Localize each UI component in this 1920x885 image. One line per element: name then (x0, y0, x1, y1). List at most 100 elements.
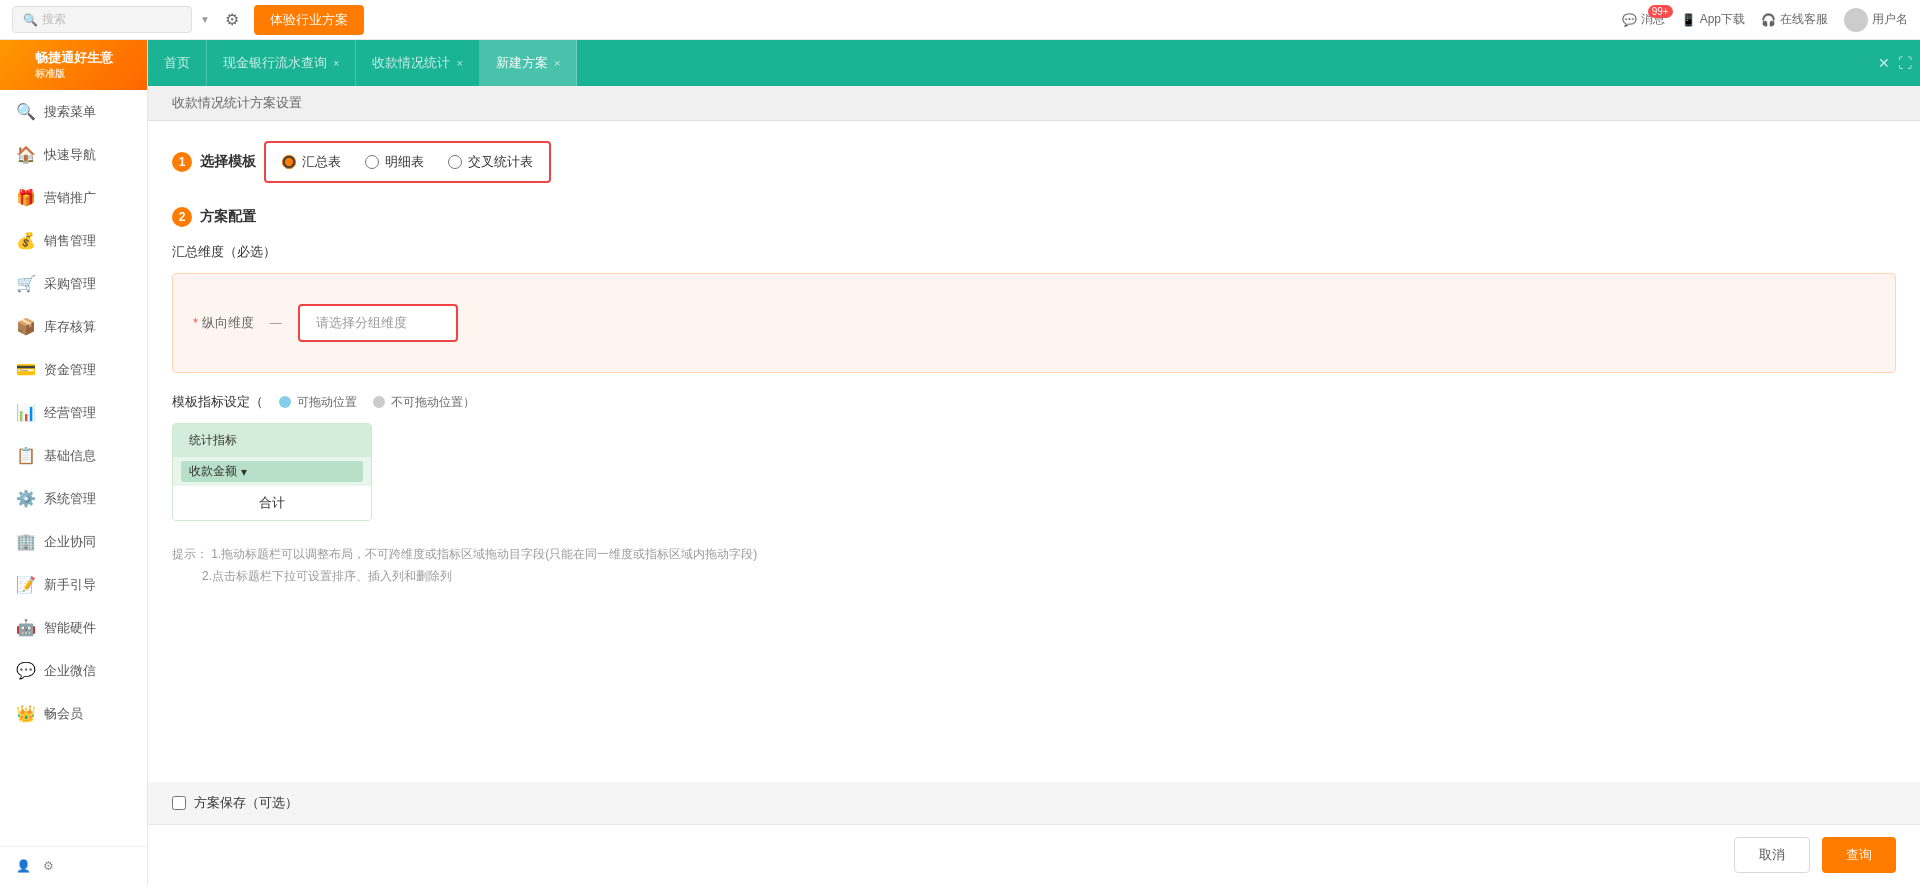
fixed-label: 不可拖动位置） (391, 394, 475, 411)
sidebar-item-newbie[interactable]: 📝新手引导 (0, 563, 147, 606)
service-icon: 🎧 (1761, 13, 1776, 27)
sidebar-bottom-item-2[interactable]: ⚙ (43, 859, 54, 873)
arrow-right-icon: — (270, 316, 282, 330)
template-radio-detail[interactable] (365, 155, 379, 169)
template-option-cross[interactable]: 交叉统计表 (448, 153, 533, 171)
template-option-detail[interactable]: 明细表 (365, 153, 424, 171)
service-button[interactable]: 🎧 在线客服 (1761, 11, 1828, 28)
sidebar-bottom: 👤 ⚙ (0, 846, 147, 885)
section1-header: 1 选择模板 汇总表 明细表 (172, 141, 1896, 183)
maximize-button[interactable]: ⛶ (1898, 55, 1912, 71)
sidebar-bottom-item[interactable]: 👤 (16, 859, 31, 873)
metrics-header: 模板指标设定（ 可拖动位置 不可拖动位置） (172, 393, 1896, 411)
sidebar-item-system[interactable]: ⚙️系统管理 (0, 477, 147, 520)
sidebar-label-inventory: 库存核算 (44, 318, 96, 336)
sidebar-icon-inventory: 📦 (16, 317, 36, 336)
user-avatar (1844, 8, 1868, 32)
tab-label-bank-flow: 现金银行流水查询 (223, 54, 327, 72)
sidebar-icon-corp: 🏢 (16, 532, 36, 551)
sidebar: 畅捷通好生意 标准版 🔍搜索菜单🏠快速导航🎁营销推广💰销售管理🛒采购管理📦库存核… (0, 40, 148, 885)
search-box[interactable]: 🔍 搜索 (12, 6, 192, 33)
search-placeholder: 搜索 (42, 11, 66, 28)
form-area: 1 选择模板 汇总表 明细表 (148, 121, 1920, 782)
close-window-button[interactable]: ✕ (1878, 55, 1890, 71)
dropdown-arrow-icon[interactable]: ▼ (200, 14, 210, 25)
sidebar-item-smart-hw[interactable]: 🤖 智能硬件 (0, 606, 147, 649)
fixed-dot (373, 396, 385, 408)
sidebar-label-system: 系统管理 (44, 490, 96, 508)
sidebar-item-search-menu[interactable]: 🔍 搜索菜单 (0, 90, 147, 133)
metrics-tag[interactable]: 收款金额 ▾ (181, 461, 363, 482)
sidebar-item-basic-info[interactable]: 📋基础信息 (0, 434, 147, 477)
fixed-legend: 不可拖动位置） (373, 394, 475, 411)
save-checkbox[interactable] (172, 796, 186, 810)
sidebar-item-purchase[interactable]: 🛒 采购管理 (0, 262, 147, 305)
tab-close-collection-stats[interactable]: × (456, 57, 462, 69)
template-option-summary[interactable]: 汇总表 (282, 153, 341, 171)
sidebar-label-member: 畅会员 (44, 705, 83, 723)
sidebar-label-marketing: 营销推广 (44, 189, 96, 207)
step2-badge: 2 (172, 207, 192, 227)
sidebar-icon-member: 👑 (16, 704, 36, 723)
tab-close-new-plan[interactable]: × (554, 57, 560, 69)
sidebar-item-wechat[interactable]: 💬企业微信 (0, 649, 147, 692)
sidebar-icon-search-menu: 🔍 (16, 102, 36, 121)
sidebar-label-search-menu: 搜索菜单 (44, 103, 96, 121)
save-area: 方案保存（可选） (148, 782, 1920, 824)
config-section: 2 方案配置 汇总维度（必选） * 纵向维度 (172, 207, 1896, 587)
tab-new-plan[interactable]: 新建方案 × (480, 40, 577, 86)
subtotal-label: 合计 (259, 495, 285, 510)
sidebar-item-marketing[interactable]: 🎁营销推广 (0, 176, 147, 219)
sidebar-label-capital: 资金管理 (44, 361, 96, 379)
template-radio-summary[interactable] (282, 155, 296, 169)
template-radio-cross[interactable] (448, 155, 462, 169)
sidebar-icon-smart-hw: 🤖 (16, 618, 36, 637)
sidebar-icon-operations: 📊 (16, 403, 36, 422)
tab-home[interactable]: 首页 (148, 40, 207, 86)
sidebar-icon-basic-info: 📋 (16, 446, 36, 465)
tab-collection-stats[interactable]: 收款情况统计 × (356, 40, 479, 86)
notification-button[interactable]: 💬 消息 99+ (1622, 11, 1665, 28)
top-bar-right: 💬 消息 99+ 📱 App下载 🎧 在线客服 用户名 (1622, 8, 1908, 32)
cancel-button[interactable]: 取消 (1734, 837, 1810, 873)
dimension-grid: * 纵向维度 — 请选择分组维度 (172, 273, 1896, 373)
sidebar-item-capital[interactable]: 💳 资金管理 (0, 348, 147, 391)
sidebar-label-smart-hw: 智能硬件 (44, 619, 96, 637)
sidebar-label-sales: 销售管理 (44, 232, 96, 250)
gear-button[interactable]: ⚙ (218, 6, 246, 34)
template-section: 1 选择模板 汇总表 明细表 (172, 141, 1896, 183)
metrics-table: 统计指标 收款金额 ▾ 合计 (172, 423, 372, 521)
user-area[interactable]: 用户名 (1844, 8, 1908, 32)
tip2: 2.点击标题栏下拉可设置排序、插入列和删除列 (172, 566, 1896, 588)
tips-section: 提示： 1.拖动标题栏可以调整布局，不可跨维度或指标区域拖动目字段(只能在同一维… (172, 544, 1896, 587)
sidebar-item-inventory[interactable]: 📦 库存核算 (0, 305, 147, 348)
dimension-row: * 纵向维度 — 请选择分组维度 (193, 304, 458, 342)
page-breadcrumb: 收款情况统计方案设置 (148, 86, 1920, 121)
tab-close-bank-flow[interactable]: × (333, 57, 339, 69)
tab-label-new-plan: 新建方案 (496, 54, 548, 72)
sidebar-item-operations[interactable]: 📊 经营管理 (0, 391, 147, 434)
dimension-select[interactable]: 请选择分组维度 (298, 304, 458, 342)
vertical-label: * 纵向维度 (193, 314, 254, 332)
search-icon: 🔍 (23, 13, 38, 27)
sidebar-item-sales[interactable]: 💰销售管理 (0, 219, 147, 262)
tab-bar: 首页现金银行流水查询 × 收款情况统计 × 新建方案 × ✕ ⛶ (148, 40, 1920, 86)
sidebar-label-operations: 经营管理 (44, 404, 96, 422)
download-button[interactable]: 📱 App下载 (1681, 11, 1745, 28)
metrics-label: 模板指标设定（ (172, 393, 263, 411)
sidebar-item-corp[interactable]: 🏢企业协同 (0, 520, 147, 563)
tab-bank-flow[interactable]: 现金银行流水查询 × (207, 40, 356, 86)
tab-actions: ✕ ⛶ (1870, 40, 1920, 86)
sidebar-label-purchase: 采购管理 (44, 275, 96, 293)
sidebar-item-member[interactable]: 👑 畅会员 (0, 692, 147, 735)
tab-label-collection-stats: 收款情况统计 (372, 54, 450, 72)
industry-button[interactable]: 体验行业方案 (254, 5, 364, 35)
template-label-summary: 汇总表 (302, 153, 341, 171)
sidebar-icon-purchase: 🛒 (16, 274, 36, 293)
sidebar-item-quick-nav[interactable]: 🏠快速导航 (0, 133, 147, 176)
notification-badge: 99+ (1648, 5, 1673, 18)
template-options: 汇总表 明细表 交叉统计表 (264, 141, 551, 183)
step1-badge: 1 (172, 152, 192, 172)
query-button[interactable]: 查询 (1822, 837, 1896, 873)
sidebar-icon-capital: 💳 (16, 360, 36, 379)
